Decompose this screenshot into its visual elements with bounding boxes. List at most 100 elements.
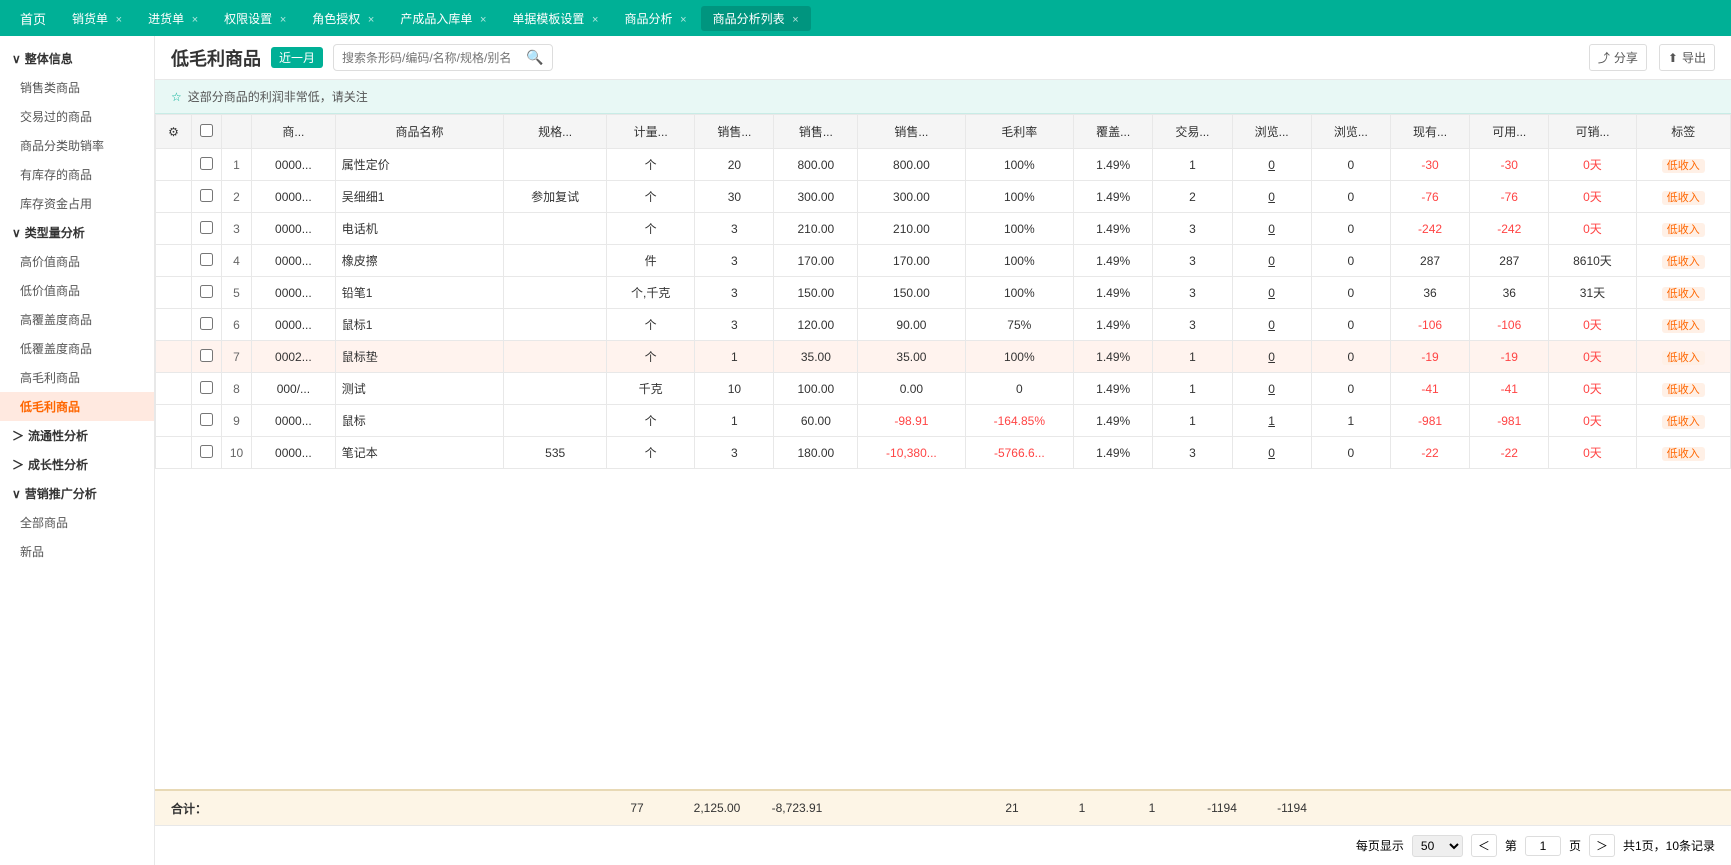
nav-permission[interactable]: 权限设置 × [212,6,298,31]
cell-check[interactable] [192,309,222,341]
sidebar-item-high-margin[interactable]: 高毛利商品 [0,363,154,392]
close-permission-icon[interactable]: × [280,14,286,26]
close-product-analysis-icon[interactable]: × [680,14,686,26]
sidebar-item-traded-goods[interactable]: 交易过的商品 [0,102,154,131]
cell-check[interactable] [192,373,222,405]
cell-code: 0000... [252,437,336,469]
cell-coverage: 1.49% [1074,437,1153,469]
cell-view1[interactable]: 0 [1232,341,1311,373]
per-page-select[interactable]: 50 20 100 [1412,835,1463,857]
cell-spec [504,245,607,277]
row-checkbox[interactable] [200,445,213,458]
table-row: 7 0002... 鼠标垫 个 1 35.00 35.00 100% 1.49%… [156,341,1731,373]
cell-sales-qty: 3 [695,309,774,341]
cell-view2: 0 [1311,181,1390,213]
cell-gross-margin: 0 [965,373,1073,405]
cell-check[interactable] [192,213,222,245]
close-finished-goods-icon[interactable]: × [480,14,486,26]
cell-view1[interactable]: 1 [1232,405,1311,437]
col-settings[interactable]: ⚙ [156,115,192,149]
cell-transaction: 1 [1153,405,1232,437]
nav-finished-goods[interactable]: 产成品入库单 × [388,6,498,31]
sidebar-item-low-value[interactable]: 低价值商品 [0,276,154,305]
export-button[interactable]: ⬆ 导出 [1659,44,1715,71]
cell-view1[interactable]: 0 [1232,277,1311,309]
close-template-setting-icon[interactable]: × [592,14,598,26]
cell-view1[interactable]: 0 [1232,245,1311,277]
sidebar-group-type-analysis[interactable]: ∨ 类型量分析 [0,218,154,247]
footer-sales-price: 2,125.00 [677,801,757,815]
select-all-checkbox[interactable] [200,124,213,137]
period-tag[interactable]: 近一月 [271,47,323,68]
close-product-analysis-list-icon[interactable]: × [792,14,798,26]
cell-gross-margin: 75% [965,309,1073,341]
nav-sales-order[interactable]: 销货单 × [60,6,134,31]
close-role-auth-icon[interactable]: × [368,14,374,26]
close-sales-order-icon[interactable]: × [116,14,122,26]
page-input[interactable] [1525,836,1561,856]
footer-available: -1194 [1257,801,1327,815]
cell-sales-price: 35.00 [774,341,858,373]
nav-home[interactable]: 首页 [8,5,58,32]
row-checkbox[interactable] [200,317,213,330]
sidebar-item-all-goods[interactable]: 全部商品 [0,508,154,537]
sidebar-item-sales-goods[interactable]: 销售类商品 [0,73,154,102]
cell-view1[interactable]: 0 [1232,437,1311,469]
cell-no: 7 [222,341,252,373]
cell-sales-qty: 1 [695,405,774,437]
cell-view2: 0 [1311,437,1390,469]
sidebar-group-overall[interactable]: ∨ 整体信息 [0,44,154,73]
close-purchase-order-icon[interactable]: × [192,14,198,26]
row-checkbox[interactable] [200,189,213,202]
sidebar-item-in-stock[interactable]: 有库存的商品 [0,160,154,189]
nav-role-auth[interactable]: 角色授权 × [300,6,386,31]
cell-view1[interactable]: 0 [1232,181,1311,213]
cell-view1[interactable]: 0 [1232,309,1311,341]
sidebar-item-low-coverage[interactable]: 低覆盖度商品 [0,334,154,363]
cell-no: 10 [222,437,252,469]
cell-view1[interactable]: 0 [1232,373,1311,405]
cell-check[interactable] [192,149,222,181]
cell-check[interactable] [192,181,222,213]
cell-available: -41 [1470,373,1549,405]
sidebar-item-capital[interactable]: 库存资金占用 [0,189,154,218]
search-box[interactable]: 🔍 [333,44,553,71]
cell-name: 吴细细1 [335,181,504,213]
cell-check[interactable] [192,245,222,277]
prev-page-button[interactable]: ＜ [1471,834,1497,857]
cell-coverage: 1.49% [1074,181,1153,213]
sidebar-group-liquidity[interactable]: ＞ 流通性分析 [0,421,154,450]
cell-view1[interactable]: 0 [1232,149,1311,181]
sidebar-group-growth[interactable]: ＞ 成长性分析 [0,450,154,479]
row-checkbox[interactable] [200,413,213,426]
sidebar-item-low-margin[interactable]: 低毛利商品 [0,392,154,421]
row-checkbox[interactable] [200,381,213,394]
cell-sales-profit: 0.00 [858,373,965,405]
sidebar-item-high-coverage[interactable]: 高覆盖度商品 [0,305,154,334]
sidebar-item-category-rate[interactable]: 商品分类助销率 [0,131,154,160]
table-row: 6 0000... 鼠标1 个 3 120.00 90.00 75% 1.49%… [156,309,1731,341]
nav-template-setting[interactable]: 单据模板设置 × [500,6,610,31]
share-button[interactable]: ⤴ 分享 [1589,44,1647,71]
sidebar-item-new-goods[interactable]: 新品 [0,537,154,566]
next-page-button[interactable]: ＞ [1589,834,1615,857]
cell-available: -981 [1470,405,1549,437]
cell-check[interactable] [192,437,222,469]
nav-purchase-order[interactable]: 进货单 × [136,6,210,31]
row-checkbox[interactable] [200,285,213,298]
cell-view1[interactable]: 0 [1232,213,1311,245]
search-icon[interactable]: 🔍 [526,49,543,66]
nav-product-analysis-list[interactable]: 商品分析列表 × [701,6,811,31]
cell-check[interactable] [192,341,222,373]
row-checkbox[interactable] [200,157,213,170]
row-checkbox[interactable] [200,221,213,234]
sidebar-item-high-value[interactable]: 高价值商品 [0,247,154,276]
nav-product-analysis[interactable]: 商品分析 × [612,6,698,31]
sidebar-group-marketing[interactable]: ∨ 营销推广分析 [0,479,154,508]
cell-check[interactable] [192,277,222,309]
row-checkbox[interactable] [200,349,213,362]
row-checkbox[interactable] [200,253,213,266]
cell-settings [156,181,192,213]
search-input[interactable] [342,51,522,65]
cell-check[interactable] [192,405,222,437]
